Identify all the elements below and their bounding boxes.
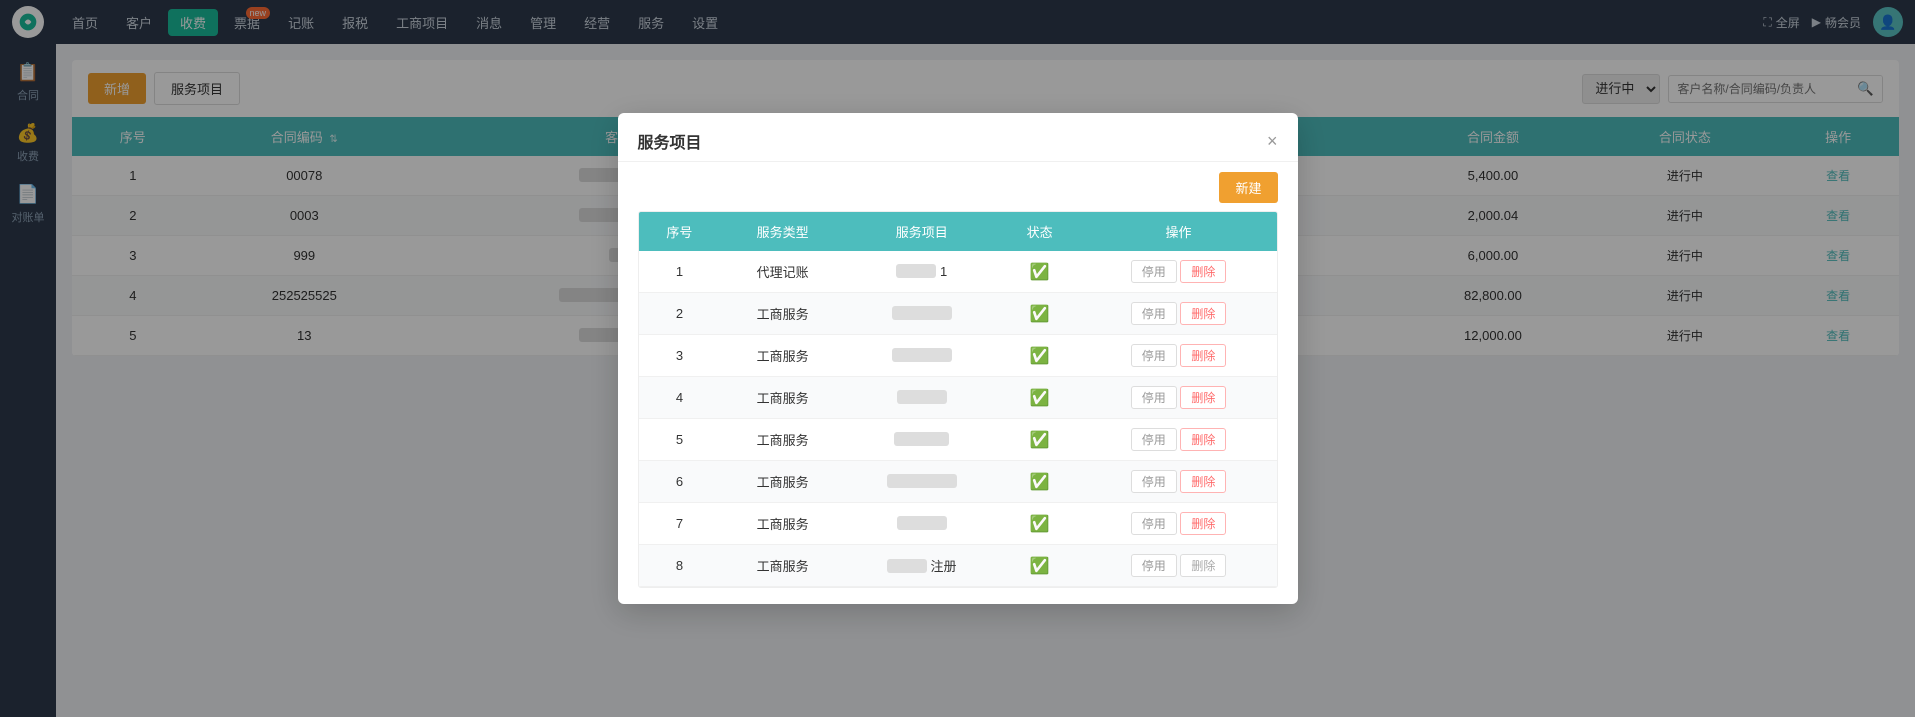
status-check-2: ✅ bbox=[1030, 306, 1050, 323]
delete-btn-7[interactable]: 删除 bbox=[1180, 512, 1226, 535]
modal-col-ops: 操作 bbox=[1081, 212, 1277, 251]
stop-btn-4[interactable]: 停用 bbox=[1131, 386, 1177, 409]
status-check-5: ✅ bbox=[1030, 432, 1050, 449]
status-check-4: ✅ bbox=[1030, 390, 1050, 407]
service-modal: 服务项目 × 新建 序号 服务类型 服务项目 状态 操作 bbox=[618, 113, 1298, 604]
modal-col-type: 服务类型 bbox=[720, 212, 844, 251]
modal-table-row: 6 工商服务 ✅ 停用 删除 bbox=[639, 461, 1277, 503]
delete-btn-8[interactable]: 删除 bbox=[1180, 554, 1226, 577]
delete-btn-1[interactable]: 删除 bbox=[1180, 260, 1226, 283]
modal-table-row: 4 工商服务 ✅ 停用 删除 bbox=[639, 377, 1277, 419]
status-check-1: ✅ bbox=[1030, 264, 1050, 281]
modal-col-seq: 序号 bbox=[639, 212, 721, 251]
modal-table-row: 2 工商服务 ✅ 停用 删除 bbox=[639, 293, 1277, 335]
modal-header: 服务项目 × bbox=[618, 113, 1298, 162]
modal-table-row: 5 工商服务 ✅ 停用 删除 bbox=[639, 419, 1277, 461]
modal-title: 服务项目 bbox=[638, 129, 702, 153]
status-check-6: ✅ bbox=[1030, 474, 1050, 491]
modal-new-btn[interactable]: 新建 bbox=[1219, 172, 1277, 203]
stop-btn-1[interactable]: 停用 bbox=[1131, 260, 1177, 283]
stop-btn-7[interactable]: 停用 bbox=[1131, 512, 1177, 535]
modal-toolbar: 新建 bbox=[618, 162, 1298, 211]
stop-btn-3[interactable]: 停用 bbox=[1131, 344, 1177, 367]
modal-table-wrap[interactable]: 序号 服务类型 服务项目 状态 操作 1 代理记账 1 ✅ bbox=[638, 211, 1278, 588]
modal-col-status: 状态 bbox=[999, 212, 1081, 251]
modal-col-item: 服务项目 bbox=[845, 212, 999, 251]
delete-btn-5[interactable]: 删除 bbox=[1180, 428, 1226, 451]
modal-overlay: 服务项目 × 新建 序号 服务类型 服务项目 状态 操作 bbox=[0, 0, 1915, 717]
stop-btn-8[interactable]: 停用 bbox=[1131, 554, 1177, 577]
delete-btn-4[interactable]: 删除 bbox=[1180, 386, 1226, 409]
modal-close-btn[interactable]: × bbox=[1267, 132, 1278, 150]
modal-table-row: 3 工商服务 ✅ 停用 删除 bbox=[639, 335, 1277, 377]
delete-btn-3[interactable]: 删除 bbox=[1180, 344, 1226, 367]
status-check-8: ✅ bbox=[1030, 558, 1050, 575]
status-check-3: ✅ bbox=[1030, 348, 1050, 365]
modal-table-row: 1 代理记账 1 ✅ 停用 删除 bbox=[639, 251, 1277, 293]
modal-table-row: 8 工商服务 注册 ✅ 停用 删除 bbox=[639, 545, 1277, 587]
delete-btn-6[interactable]: 删除 bbox=[1180, 470, 1226, 493]
status-check-7: ✅ bbox=[1030, 516, 1050, 533]
modal-table: 序号 服务类型 服务项目 状态 操作 1 代理记账 1 ✅ bbox=[639, 212, 1277, 587]
delete-btn-2[interactable]: 删除 bbox=[1180, 302, 1226, 325]
stop-btn-6[interactable]: 停用 bbox=[1131, 470, 1177, 493]
modal-body: 序号 服务类型 服务项目 状态 操作 1 代理记账 1 ✅ bbox=[618, 211, 1298, 604]
stop-btn-2[interactable]: 停用 bbox=[1131, 302, 1177, 325]
stop-btn-5[interactable]: 停用 bbox=[1131, 428, 1177, 451]
modal-table-row: 7 工商服务 ✅ 停用 删除 bbox=[639, 503, 1277, 545]
